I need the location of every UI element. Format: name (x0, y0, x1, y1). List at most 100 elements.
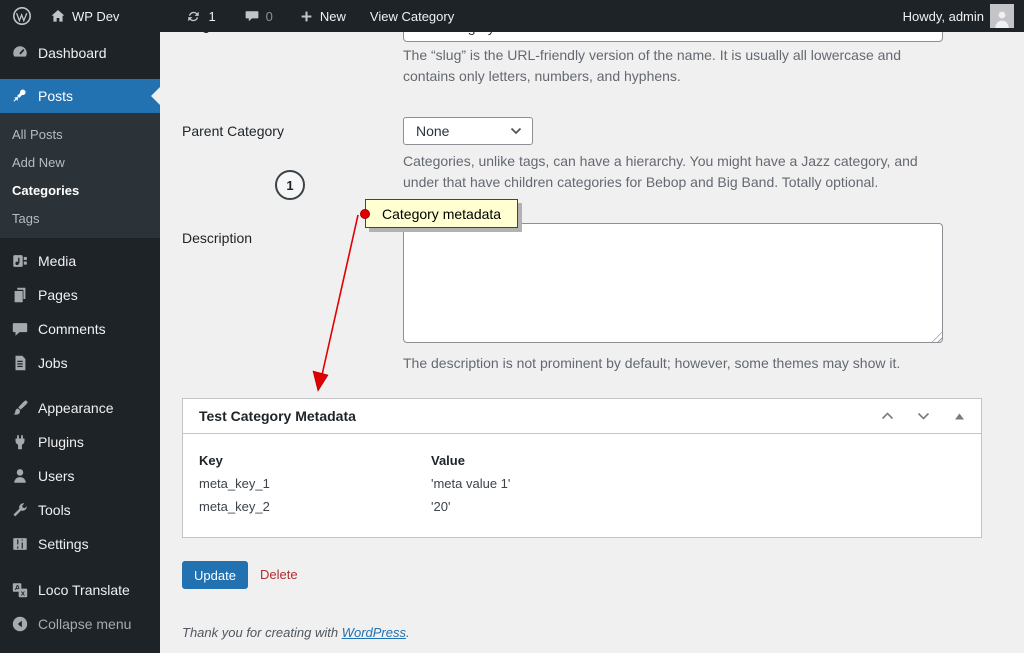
meta-value-cell: '20' (431, 495, 450, 518)
update-icon (185, 8, 202, 25)
chevron-down-icon (510, 127, 522, 135)
metabox-header[interactable]: Test Category Metadata (183, 399, 981, 434)
sidebar-item-loco-translate[interactable]: Ax Loco Translate (0, 573, 160, 607)
sidebar-item-label: Media (38, 253, 76, 269)
meta-value-column-header: Value (431, 449, 465, 472)
pushpin-icon (10, 87, 30, 105)
sidebar-item-label: Pages (38, 287, 78, 303)
metabox-move-down-button[interactable] (913, 406, 933, 426)
metabox-body: Key Value meta_key_1 'meta value 1' meta… (183, 434, 981, 518)
chevron-down-icon (917, 412, 930, 420)
table-row: meta_key_2 '20' (199, 495, 965, 518)
metabox-move-up-button[interactable] (877, 406, 897, 426)
parent-category-selected-value: None (416, 123, 449, 139)
sidebar-item-categories[interactable]: Categories (0, 176, 160, 204)
meta-key-cell: meta_key_1 (199, 472, 431, 495)
media-icon (10, 252, 30, 270)
sidebar-item-all-posts[interactable]: All Posts (0, 120, 160, 148)
parent-category-help-text: Categories, unlike tags, can have a hier… (403, 151, 951, 193)
user-icon (10, 467, 30, 485)
parent-category-label: Parent Category (182, 123, 284, 139)
sidebar-item-appearance[interactable]: Appearance (0, 391, 160, 425)
avatar (990, 4, 1014, 28)
sidebar-item-label: Posts (38, 88, 73, 104)
sidebar-item-label: Users (38, 468, 75, 484)
annotation-marker-1: 1 (275, 170, 305, 200)
sidebar-item-media[interactable]: Media (0, 244, 160, 278)
wp-logo-menu[interactable] (0, 0, 40, 32)
view-category-link[interactable]: View Category (360, 0, 464, 32)
sidebar-item-jobs[interactable]: Jobs (0, 346, 160, 380)
updates-menu[interactable]: 1 (175, 0, 225, 32)
updates-count: 1 (208, 9, 215, 24)
category-metadata-metabox: Test Category Metadata (182, 398, 982, 538)
new-content-menu[interactable]: New (289, 0, 356, 32)
description-textarea[interactable] (403, 223, 943, 343)
metabox-title: Test Category Metadata (199, 408, 356, 424)
slug-help-text: The “slug” is the URL-friendly version o… (403, 45, 951, 87)
dashboard-gauge-icon (10, 44, 30, 62)
site-name-menu[interactable]: WP Dev (40, 0, 129, 32)
table-row: meta_key_1 'meta value 1' (199, 472, 965, 495)
sidebar-item-tags[interactable]: Tags (0, 204, 160, 232)
metabox-toggle-button[interactable] (949, 406, 969, 426)
comments-menu[interactable]: 0 (234, 0, 283, 32)
plug-icon (10, 433, 30, 451)
update-button[interactable]: Update (182, 561, 248, 589)
sidebar-item-settings[interactable]: Settings (0, 527, 160, 561)
wordpress-link[interactable]: WordPress (342, 625, 406, 640)
sidebar-item-collapse-menu[interactable]: Collapse menu (0, 607, 160, 641)
footer-period: . (406, 625, 410, 640)
sidebar-item-label: Tools (38, 502, 71, 518)
document-icon (10, 354, 30, 372)
wordpress-logo-icon (12, 6, 32, 26)
home-icon (50, 8, 66, 24)
annotation-tooltip-label: Category metadata (382, 206, 501, 222)
comment-icon (10, 320, 30, 338)
collapse-arrow-icon (10, 615, 30, 633)
plus-icon (299, 9, 314, 24)
sidebar-item-label: Settings (38, 536, 89, 552)
sidebar-item-label: Dashboard (38, 45, 107, 61)
chevron-up-icon (881, 412, 894, 420)
posts-submenu: All Posts Add New Categories Tags (0, 113, 160, 238)
sidebar-item-comments[interactable]: Comments (0, 312, 160, 346)
parent-category-select[interactable]: None (403, 117, 533, 145)
main-content: Slug The “slug” is the URL-friendly vers… (160, 0, 1024, 653)
sidebar-item-pages[interactable]: Pages (0, 278, 160, 312)
comment-bubble-icon (244, 8, 260, 24)
sidebar-item-add-new[interactable]: Add New (0, 148, 160, 176)
wp-admin-page: Slug The “slug” is the URL-friendly vers… (0, 0, 1024, 653)
annotation-marker-number: 1 (286, 178, 293, 193)
sidebar-item-posts[interactable]: Posts (0, 79, 160, 113)
sidebar-item-label: Collapse menu (38, 616, 131, 632)
wrench-icon (10, 501, 30, 519)
my-account-menu[interactable]: Howdy, admin (901, 0, 1016, 32)
sidebar-item-label: Loco Translate (38, 582, 130, 598)
footer-text: Thank you for creating with (182, 625, 342, 640)
sidebar-item-label: Comments (38, 321, 106, 337)
sidebar-item-users[interactable]: Users (0, 459, 160, 493)
admin-bar: WP Dev 1 0 New View Category Howdy, a (0, 0, 1024, 32)
comments-count: 0 (266, 9, 273, 24)
current-menu-arrow (151, 87, 160, 105)
description-label: Description (182, 230, 252, 246)
meta-value-cell: 'meta value 1' (431, 472, 510, 495)
sidebar-item-label: Plugins (38, 434, 84, 450)
tooltip-anchor-dot (360, 209, 370, 219)
meta-table-header-row: Key Value (199, 449, 965, 472)
sidebar-item-plugins[interactable]: Plugins (0, 425, 160, 459)
sidebar-item-label: Appearance (38, 400, 114, 416)
description-help-text: The description is not prominent by defa… (403, 353, 951, 374)
sidebar-item-tools[interactable]: Tools (0, 493, 160, 527)
settings-sliders-icon (10, 535, 30, 553)
howdy-label: Howdy, admin (903, 9, 984, 24)
translate-icon: Ax (10, 581, 30, 599)
paintbrush-icon (10, 399, 30, 417)
sidebar-item-dashboard[interactable]: Dashboard (0, 36, 160, 70)
pages-icon (10, 286, 30, 304)
delete-link[interactable]: Delete (260, 567, 298, 582)
view-category-label: View Category (370, 9, 454, 24)
meta-key-cell: meta_key_2 (199, 495, 431, 518)
triangle-up-icon (955, 413, 964, 420)
